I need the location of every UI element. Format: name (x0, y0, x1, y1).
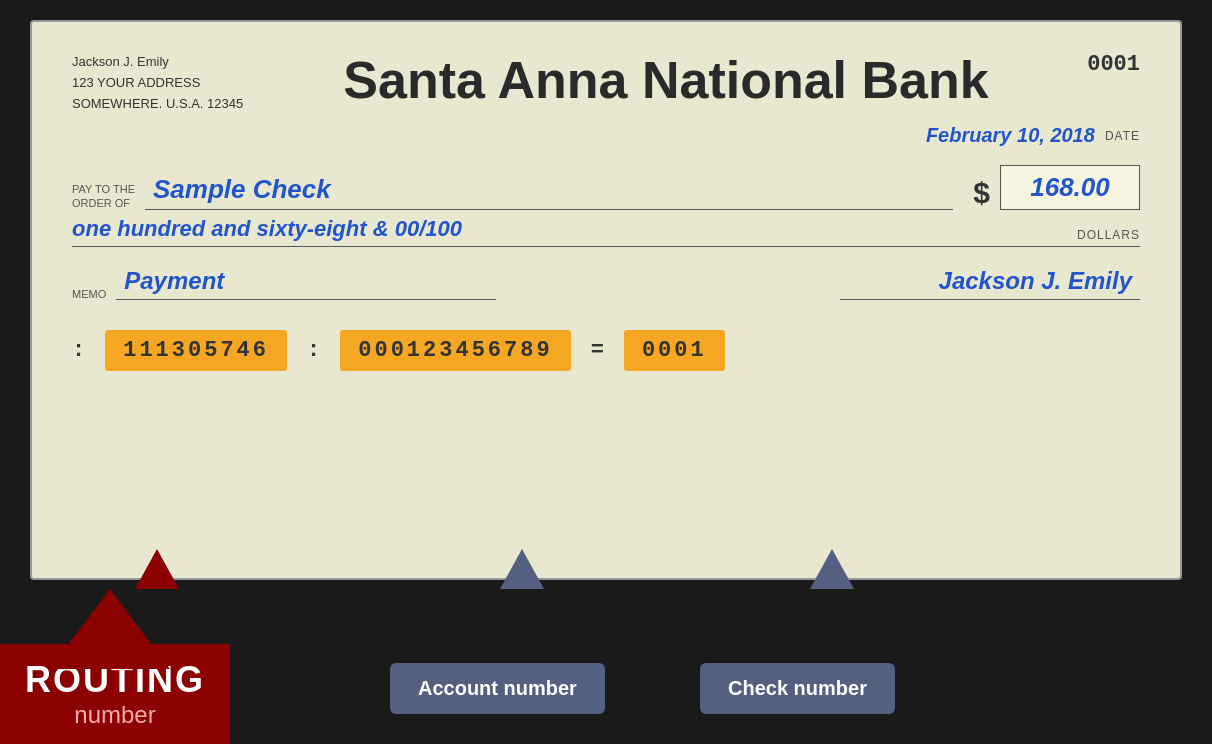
bottom-bar: ROUTING number Account number Check numb… (0, 589, 1212, 744)
check-number-micr: 0001 (624, 330, 725, 371)
routing-sub-text: number (74, 701, 155, 729)
amount-box: 168.00 (1000, 165, 1140, 210)
check-number-arrow (810, 549, 854, 589)
payee-name: Sample Check (145, 174, 953, 210)
check-paper: Jackson J. Emily 123 YOUR ADDRESS SOMEWH… (30, 20, 1182, 580)
date-row: February 10, 2018 DATE (72, 124, 1140, 147)
routing-triangle-icon (50, 589, 170, 669)
pay-to-label: PAY TO THE ORDER OF (72, 182, 135, 211)
account-number-label: Account number (390, 663, 605, 714)
check-number-label: Check number (700, 663, 895, 714)
bank-name: Santa Anna National Bank (292, 52, 1040, 109)
account-holder-name: Jackson J. Emily (72, 52, 272, 73)
check-top-row: Jackson J. Emily 123 YOUR ADDRESS SOMEWH… (72, 52, 1140, 114)
date-label: DATE (1105, 129, 1140, 143)
memo-label: MEMO (72, 288, 106, 300)
account-holder-address2: SOMEWHERE. U.S.A. 12345 (72, 94, 272, 115)
memo-value: Payment (116, 267, 496, 300)
micr-symbol-right: : (307, 338, 320, 363)
micr-row: : 111305746 : 000123456789 = 0001 (72, 330, 1140, 371)
micr-account-symbol: = (591, 338, 604, 363)
routing-number-micr: 111305746 (105, 330, 287, 371)
account-arrow (500, 549, 544, 589)
account-holder: Jackson J. Emily 123 YOUR ADDRESS SOMEWH… (72, 52, 272, 114)
check-number-display: 0001 (1060, 52, 1140, 77)
pay-to-row: PAY TO THE ORDER OF Sample Check $ 168.0… (72, 165, 1140, 210)
micr-symbol-left: : (72, 338, 85, 363)
amount-text: one hundred and sixty-eight & 00/100 (72, 216, 462, 242)
memo-left: MEMO Payment (72, 267, 840, 300)
account-number-micr: 000123456789 (340, 330, 570, 371)
memo-row: MEMO Payment Jackson J. Emily (72, 267, 1140, 300)
dollar-sign: $ (973, 176, 990, 210)
date-value: February 10, 2018 (926, 124, 1095, 147)
signature: Jackson J. Emily (840, 267, 1140, 300)
amount-text-row: one hundred and sixty-eight & 00/100 DOL… (72, 216, 1140, 247)
account-holder-address1: 123 YOUR ADDRESS (72, 73, 272, 94)
dollars-label: DOLLARS (1077, 228, 1140, 242)
routing-arrow (135, 549, 179, 589)
